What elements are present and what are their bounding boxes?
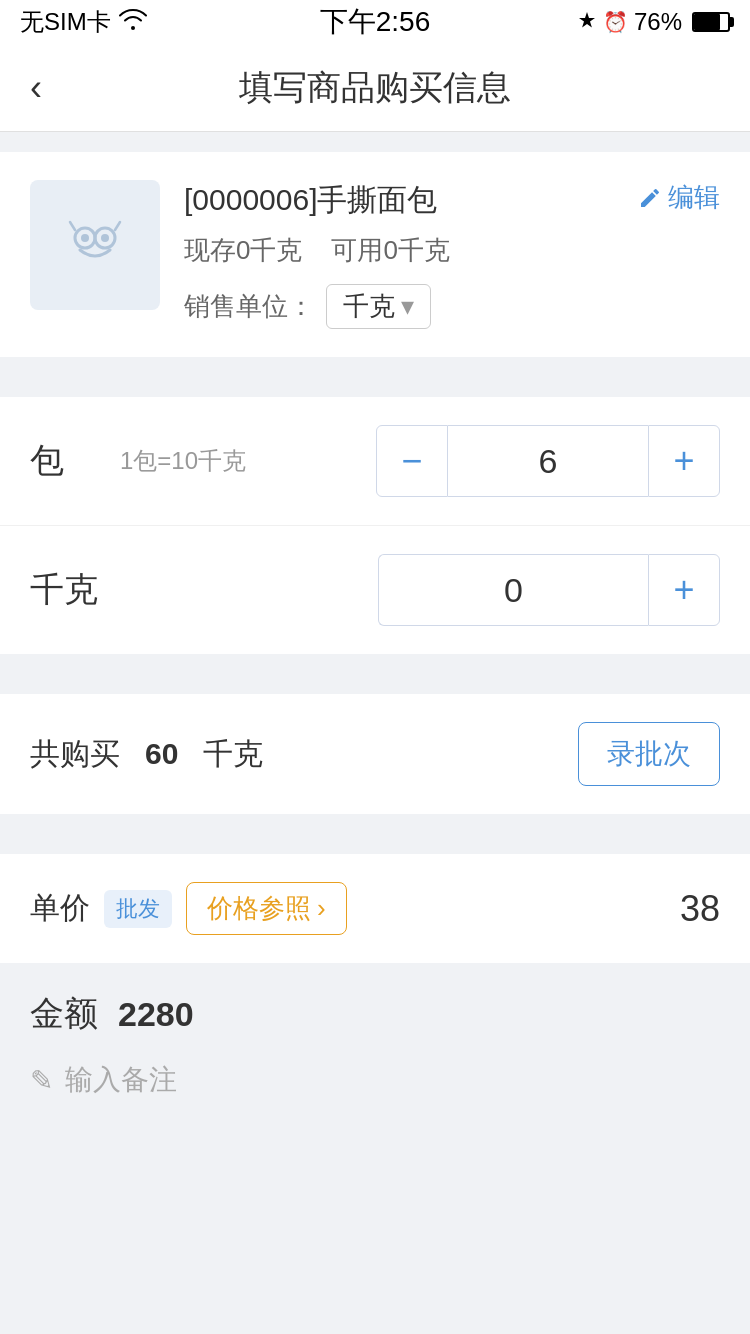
amount-section: 金额 2280 ✎ 输入备注 bbox=[0, 963, 750, 1119]
pencil-icon: ✎ bbox=[30, 1064, 53, 1097]
price-label: 单价 bbox=[30, 888, 90, 929]
package-quantity-input[interactable] bbox=[448, 425, 648, 497]
total-section: 共购买 60 千克 录批次 bbox=[0, 694, 750, 814]
product-image bbox=[30, 180, 160, 310]
spacer bbox=[0, 1119, 750, 1334]
product-unit-row: 销售单位： 千克 ▾ bbox=[184, 284, 720, 329]
package-hint: 1包=10千克 bbox=[120, 445, 376, 477]
carrier-text: 无SIM卡 bbox=[20, 6, 111, 38]
gps-icon bbox=[577, 8, 597, 36]
kilogram-plus-button[interactable]: + bbox=[648, 554, 720, 626]
divider-3 bbox=[0, 814, 750, 834]
kilogram-row: 千克 + bbox=[0, 526, 750, 654]
edit-button[interactable]: 编辑 bbox=[638, 180, 720, 215]
price-value: 38 bbox=[680, 888, 720, 930]
amount-label: 金额 bbox=[30, 991, 98, 1037]
product-card: [0000006]手撕面包 编辑 现存0千克 可用0千克 销售单位： 千克 ▾ bbox=[0, 152, 750, 357]
svg-point-3 bbox=[101, 234, 109, 242]
note-placeholder: 输入备注 bbox=[65, 1061, 177, 1099]
product-name: [0000006]手撕面包 bbox=[184, 180, 437, 221]
battery-percent: 76% bbox=[634, 8, 682, 36]
total-text: 共购买 60 千克 bbox=[30, 734, 263, 775]
package-label: 包 bbox=[30, 438, 110, 484]
kilogram-quantity-input[interactable] bbox=[378, 554, 648, 626]
divider-2 bbox=[0, 654, 750, 674]
package-plus-button[interactable]: + bbox=[648, 425, 720, 497]
package-minus-button[interactable]: − bbox=[376, 425, 448, 497]
amount-value: 2280 bbox=[118, 995, 194, 1034]
kilogram-label: 千克 bbox=[30, 567, 378, 613]
package-row: 包 1包=10千克 − + bbox=[0, 397, 750, 526]
total-amount: 60 bbox=[145, 737, 178, 770]
unit-select[interactable]: 千克 ▾ bbox=[326, 284, 431, 329]
status-bar: 无SIM卡 下午2:56 ⏰ 76% bbox=[0, 0, 750, 44]
status-time: 下午2:56 bbox=[320, 3, 431, 41]
product-info: [0000006]手撕面包 编辑 现存0千克 可用0千克 销售单位： 千克 ▾ bbox=[184, 180, 720, 329]
batch-button[interactable]: 录批次 bbox=[578, 722, 720, 786]
back-button[interactable]: ‹ bbox=[30, 67, 42, 109]
package-controls: − + bbox=[376, 425, 720, 497]
price-reference-button[interactable]: 价格参照 › bbox=[186, 882, 347, 935]
chevron-down-icon: ▾ bbox=[401, 291, 414, 322]
kilogram-controls: + bbox=[378, 554, 720, 626]
nav-bar: ‹ 填写商品购买信息 bbox=[0, 44, 750, 132]
divider-1 bbox=[0, 357, 750, 377]
note-row[interactable]: ✎ 输入备注 bbox=[30, 1057, 720, 1119]
svg-point-2 bbox=[81, 234, 89, 242]
alarm-icon: ⏰ bbox=[603, 10, 628, 34]
product-stock: 现存0千克 可用0千克 bbox=[184, 233, 720, 268]
chevron-right-icon: › bbox=[317, 893, 326, 924]
nav-title: 填写商品购买信息 bbox=[239, 65, 511, 111]
status-right: ⏰ 76% bbox=[577, 8, 730, 36]
battery-icon bbox=[692, 12, 730, 32]
price-section: 单价 批发 价格参照 › 38 bbox=[0, 854, 750, 963]
price-badge: 批发 bbox=[104, 890, 172, 928]
amount-row: 金额 2280 bbox=[30, 991, 720, 1037]
wifi-icon bbox=[119, 8, 147, 36]
status-left: 无SIM卡 bbox=[20, 6, 147, 38]
quantity-section: 包 1包=10千克 − + 千克 + bbox=[0, 397, 750, 654]
